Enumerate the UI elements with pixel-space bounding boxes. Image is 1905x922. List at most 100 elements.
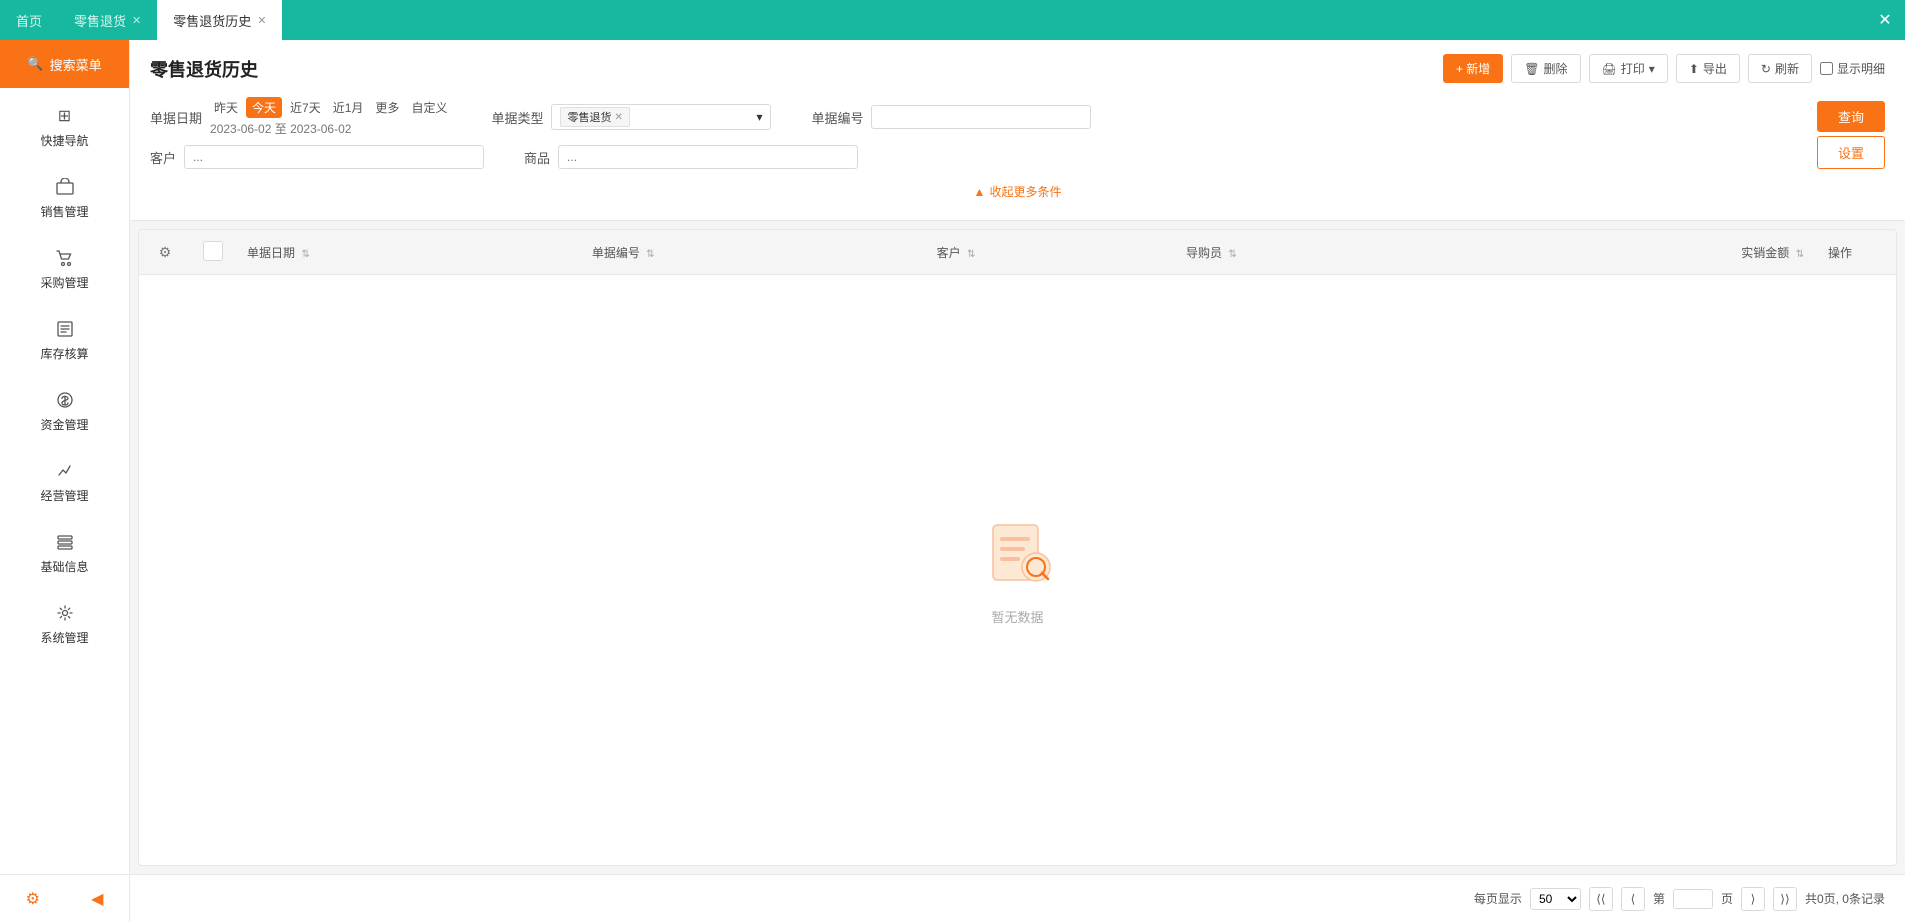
sidebar-item-operations[interactable]: 经营管理 [0,447,129,518]
sidebar-item-quicknav[interactable]: ⊞ 快捷导航 [0,92,129,163]
add-button[interactable]: + 新增 [1443,54,1503,83]
delete-button[interactable]: 🗑 删除 [1511,54,1580,83]
page-suffix: 页 [1721,890,1733,907]
export-button[interactable]: ⬆ 导出 [1676,54,1740,83]
filter-collapse-row: ▲ 收起更多条件 [150,177,1885,212]
filter-row-2: 客户 商品 [150,145,1817,169]
shortcut-more[interactable]: 更多 [371,97,403,118]
sidebar-bottom: ⚙ ◀ [0,874,129,922]
export-icon: ⬆ [1689,62,1699,76]
collapse-button[interactable]: ▲ 收起更多条件 [962,179,1074,204]
sidebar-search[interactable]: 🔍 搜索菜单 [0,40,129,88]
tab-retail-return[interactable]: 零售退货 ✕ [58,0,157,40]
query-button[interactable]: 查询 [1817,101,1885,132]
doctype-filter-label: 单据类型 [491,108,543,127]
refresh-icon: ↻ [1761,62,1771,76]
date-filter-block: 昨天 今天 近7天 近1月 更多 自定义 2023-06-02 至 2023-0… [210,97,451,137]
shortcut-custom[interactable]: 自定义 [407,97,451,118]
last-page-button[interactable]: ⟩⟩ [1773,887,1797,911]
tab-retail-return-history[interactable]: 零售退货历史 ✕ [157,0,282,40]
toolbar: + 新增 🗑 删除 🖨 打印 ▾ ⬆ 导出 ↻ [1443,54,1885,83]
tab-home[interactable]: 首页 [0,0,58,40]
filter-actions: 查询 设置 [1817,97,1885,169]
sidebar-item-quicknav-label: 快捷导航 [40,132,88,149]
th-date-sort-icon: ⇅ [301,249,309,260]
sidebar-nav: ⊞ 快捷导航 销售管理 采购管理 库存核算 [0,88,129,874]
th-actions: 操作 [1816,230,1896,275]
filter-area: 单据日期 昨天 今天 近7天 近1月 更多 自定义 [150,97,1885,220]
prev-page-button[interactable]: ⟨ [1621,887,1645,911]
display-toggle-checkbox[interactable] [1820,62,1833,75]
th-guide-sort-icon: ⇅ [1228,249,1236,260]
first-page-button[interactable]: ⟨⟨ [1589,887,1613,911]
tab-retail-return-close[interactable]: ✕ [132,14,141,27]
tab-retail-return-history-close[interactable]: ✕ [257,14,266,27]
customer-input[interactable] [184,145,484,169]
tab-retail-return-label: 零售退货 [74,11,126,30]
display-toggle-label: 显示明细 [1837,60,1885,77]
settings-icon[interactable]: ⚙ [26,889,40,909]
th-customer: 客户 ⇅ [925,230,1174,275]
shortcut-today[interactable]: 今天 [246,97,282,118]
sidebar-item-operations-label: 经营管理 [40,487,88,504]
th-gear: ⚙ [139,230,191,275]
th-amount-label: 实销金额 [1741,246,1789,260]
print-button[interactable]: 🖨 打印 ▾ [1589,54,1668,83]
system-icon [55,603,75,623]
print-dropdown-icon: ▾ [1649,62,1655,76]
tab-home-label: 首页 [16,11,42,30]
filter-customer-item: 客户 [150,145,484,169]
empty-icon [978,515,1058,595]
filter-row-1: 单据日期 昨天 今天 近7天 近1月 更多 自定义 [150,97,1817,137]
shortcut-7days[interactable]: 近7天 [286,97,325,118]
next-page-button[interactable]: ⟩ [1741,887,1765,911]
sidebar-item-purchase[interactable]: 采购管理 [0,234,129,305]
filter-doctype-item: 单据类型 零售退货 ✕ ▾ [491,104,771,130]
doctype-select[interactable]: 零售退货 ✕ ▾ [551,104,771,130]
delete-icon: 🗑 [1524,62,1539,76]
th-amount-sort-icon: ⇅ [1796,249,1804,260]
th-customer-sort-icon: ⇅ [967,249,975,260]
page-size-label: 每页显示 [1474,890,1522,907]
sidebar-item-inventory[interactable]: 库存核算 [0,305,129,376]
collapse-label: 收起更多条件 [989,183,1061,200]
goods-filter-label: 商品 [524,148,550,167]
empty-state: 暂无数据 [139,275,1896,865]
docno-input[interactable] [871,105,1091,129]
collapse-sidebar-icon[interactable]: ◀ [91,889,103,909]
sidebar-item-sales[interactable]: 销售管理 [0,163,129,234]
page-size-select[interactable]: 10 20 50 100 [1530,888,1581,910]
total-info: 共0页, 0条记录 [1805,890,1885,907]
display-toggle[interactable]: 显示明细 [1820,60,1885,77]
select-all-checkbox[interactable] [203,241,223,261]
date-filter-label: 单据日期 [150,108,202,127]
doctype-tag-close[interactable]: ✕ [614,112,622,123]
th-customer-label: 客户 [937,246,961,260]
window-close-button[interactable]: ✕ [1865,0,1905,40]
sidebar-item-system[interactable]: 系统管理 [0,589,129,660]
sidebar-item-purchase-label: 采购管理 [40,274,88,291]
column-settings-button[interactable]: ⚙ [151,238,179,266]
refresh-button[interactable]: ↻ 刷新 [1748,54,1812,83]
table-container: ⚙ 单据日期 ⇅ 单据编号 ⇅ [138,229,1897,866]
sidebar-item-basic[interactable]: 基础信息 [0,518,129,589]
filter-docno-item: 单据编号 [811,105,1091,129]
current-page-input[interactable]: 1 [1673,889,1713,909]
shortcut-yesterday[interactable]: 昨天 [210,97,242,118]
date-shortcuts: 昨天 今天 近7天 近1月 更多 自定义 [210,97,451,118]
tab-list: 首页 零售退货 ✕ 零售退货历史 ✕ [0,0,1865,40]
table-header-row: ⚙ 单据日期 ⇅ 单据编号 ⇅ [139,230,1896,275]
sidebar-item-finance[interactable]: 资金管理 [0,376,129,447]
doctype-tag: 零售退货 ✕ [560,107,629,127]
main-layout: 🔍 搜索菜单 ⊞ 快捷导航 销售管理 采购管理 [0,40,1905,922]
page-prefix: 第 [1653,890,1665,907]
goods-input[interactable] [558,145,858,169]
th-date: 单据日期 ⇅ [235,230,580,275]
set-button[interactable]: 设置 [1817,136,1885,169]
sidebar-item-sales-label: 销售管理 [40,203,88,220]
shortcut-1month[interactable]: 近1月 [329,97,368,118]
date-range-display: 2023-06-02 至 2023-06-02 [210,120,451,137]
data-table: ⚙ 单据日期 ⇅ 单据编号 ⇅ [139,230,1896,275]
finance-icon [55,390,75,410]
sidebar-item-basic-label: 基础信息 [40,558,88,575]
